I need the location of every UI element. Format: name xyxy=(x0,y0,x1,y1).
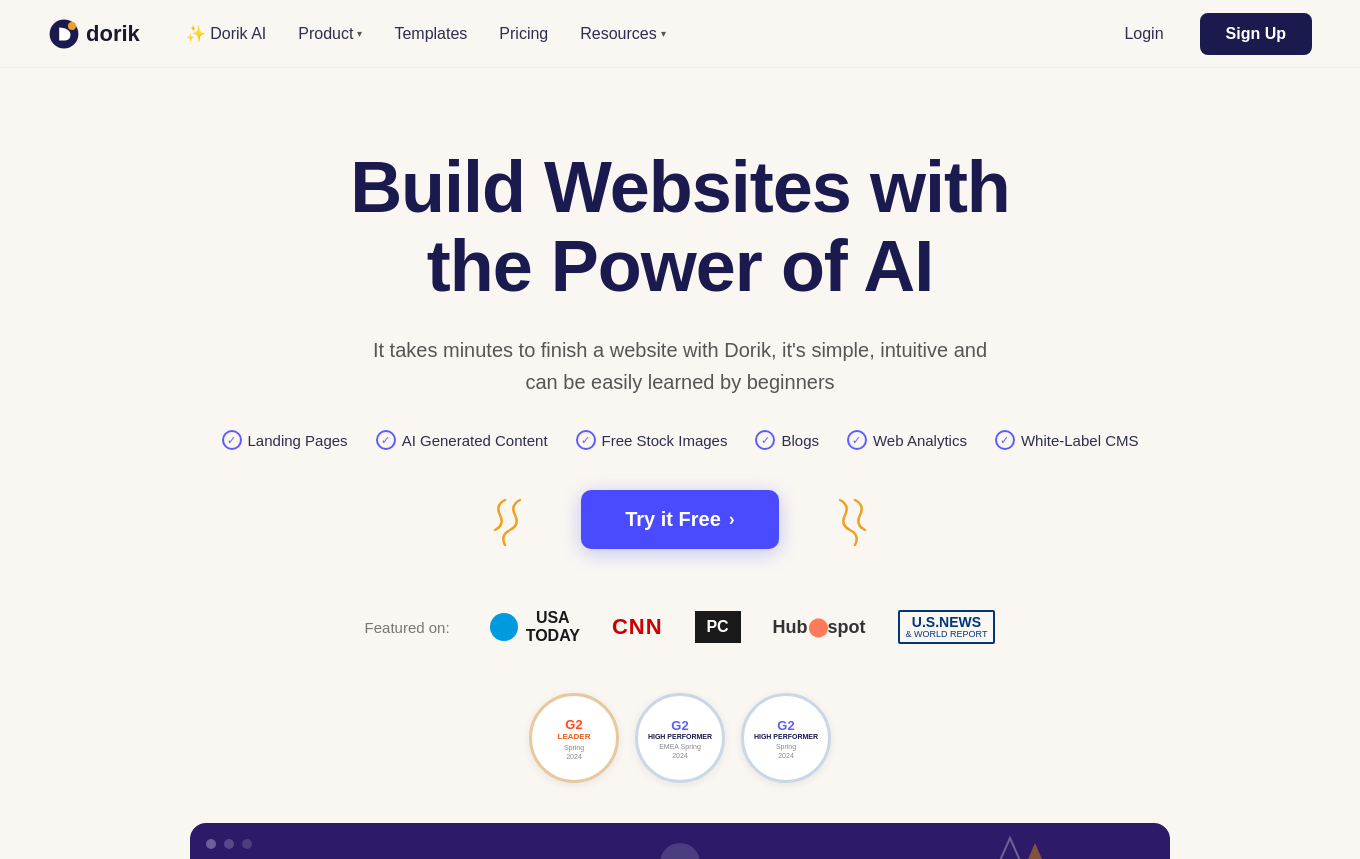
badge-hp-spring-season: Spring xyxy=(776,743,796,750)
usnews-subtext: & WORLD REPORT xyxy=(906,630,988,640)
logo-pc: PC xyxy=(695,611,741,643)
logo-text: dorik xyxy=(86,21,140,47)
feature-white-label: ✓ White-Label CMS xyxy=(995,430,1139,450)
features-row: ✓ Landing Pages ✓ AI Generated Content ✓… xyxy=(24,430,1336,450)
nav-resources[interactable]: Resources ▾ xyxy=(566,17,679,51)
badge-hp-emea-season: EMEA Spring xyxy=(659,743,701,750)
nav-product-label: Product xyxy=(298,25,353,43)
badge-hp-emea-g2: G2 xyxy=(671,718,688,733)
nav-dorik-ai[interactable]: ✨ Dorik AI xyxy=(172,16,280,51)
svg-point-1 xyxy=(68,22,76,30)
badge-leader-season: Spring xyxy=(564,744,584,751)
dorik-logo-icon xyxy=(48,18,80,50)
hero-title: Build Websites with the Power of AI xyxy=(24,148,1336,306)
nav-resources-label: Resources xyxy=(580,25,656,43)
svg-marker-2 xyxy=(990,838,1030,859)
logo-cnn: CNN xyxy=(612,614,663,640)
preview-dot-2 xyxy=(224,839,234,849)
badge-high-performer-spring: G2 High Performer Spring 2024 xyxy=(741,693,831,783)
svg-marker-3 xyxy=(1022,843,1048,859)
feature-label-stock-images: Free Stock Images xyxy=(602,432,728,449)
check-icon-white-label: ✓ xyxy=(995,430,1015,450)
hero-subtitle: It takes minutes to finish a website wit… xyxy=(360,334,1000,398)
badge-hp-spring-g2: G2 xyxy=(777,718,794,733)
featured-section: Featured on: USATODAY CNN PC Hub⬤spot U.… xyxy=(24,609,1336,645)
chevron-down-icon: ▾ xyxy=(357,28,362,39)
hero-section: Build Websites with the Power of AI It t… xyxy=(0,68,1360,859)
featured-logos: USATODAY CNN PC Hub⬤spot U.S.NEWS & WORL… xyxy=(490,609,996,645)
preview-decoration-svg xyxy=(970,833,1050,859)
badge-hp-spring-year: 2024 xyxy=(778,752,794,759)
check-icon-blogs: ✓ xyxy=(755,430,775,450)
login-button[interactable]: Login xyxy=(1104,17,1183,51)
feature-label-blogs: Blogs xyxy=(781,432,819,449)
logo[interactable]: dorik xyxy=(48,18,140,50)
preview-dot-3 xyxy=(242,839,252,849)
feature-label-ai-content: AI Generated Content xyxy=(402,432,548,449)
usnews-text: U.S.NEWS xyxy=(912,614,981,630)
badge-high-performer-emea: G2 High Performer EMEA Spring 2024 xyxy=(635,693,725,783)
badge-leader: G2 Leader Spring 2024 xyxy=(529,693,619,783)
logo-usatoday: USATODAY xyxy=(490,609,580,645)
badge-hp-emea-title: High Performer xyxy=(648,733,712,741)
navbar-right: Login Sign Up xyxy=(1104,13,1312,55)
feature-web-analytics: ✓ Web Analytics xyxy=(847,430,967,450)
chevron-down-icon-resources: ▾ xyxy=(661,28,666,39)
nav-links: ✨ Dorik AI Product ▾ Templates Pricing R… xyxy=(172,16,680,51)
badge-hp-emea-year: 2024 xyxy=(672,752,688,759)
check-icon-stock-images: ✓ xyxy=(576,430,596,450)
check-icon-landing-pages: ✓ xyxy=(222,430,242,450)
cta-area: Try it Free › xyxy=(24,490,1336,549)
badge-leader-g2: G2 xyxy=(565,717,582,732)
badges-section: G2 Leader Spring 2024 G2 High Performer … xyxy=(24,693,1336,783)
squiggle-right-icon xyxy=(830,490,900,550)
check-icon-web-analytics: ✓ xyxy=(847,430,867,450)
arrow-icon: › xyxy=(729,509,735,530)
feature-ai-content: ✓ AI Generated Content xyxy=(376,430,548,450)
feature-landing-pages: ✓ Landing Pages xyxy=(222,430,348,450)
badge-leader-title: Leader xyxy=(558,732,591,742)
hero-title-line2: the Power of AI xyxy=(427,226,933,306)
hero-title-line1: Build Websites with xyxy=(350,147,1010,227)
check-icon-ai-content: ✓ xyxy=(376,430,396,450)
signup-button[interactable]: Sign Up xyxy=(1200,13,1312,55)
nav-pricing[interactable]: Pricing xyxy=(485,17,562,51)
logo-hubspot: Hub⬤spot xyxy=(773,616,866,638)
logo-usnews: U.S.NEWS & WORLD REPORT xyxy=(898,610,996,644)
feature-label-white-label: White-Label CMS xyxy=(1021,432,1139,449)
website-preview xyxy=(190,823,1170,859)
feature-blogs: ✓ Blogs xyxy=(755,430,819,450)
usatoday-text: USATODAY xyxy=(526,609,580,645)
badge-leader-year: 2024 xyxy=(566,753,582,760)
nav-product[interactable]: Product ▾ xyxy=(284,17,376,51)
hubspot-dot-icon: ⬤ xyxy=(808,617,828,637)
try-free-button[interactable]: Try it Free › xyxy=(581,490,779,549)
preview-dot-1 xyxy=(206,839,216,849)
feature-label-web-analytics: Web Analytics xyxy=(873,432,967,449)
navbar-left: dorik ✨ Dorik AI Product ▾ Templates Pri… xyxy=(48,16,680,51)
feature-stock-images: ✓ Free Stock Images xyxy=(576,430,728,450)
usatoday-dot-icon xyxy=(490,613,518,641)
badge-hp-spring-title: High Performer xyxy=(754,733,818,741)
featured-label: Featured on: xyxy=(365,619,450,636)
nav-templates[interactable]: Templates xyxy=(380,17,481,51)
squiggle-left-icon xyxy=(460,490,530,550)
navbar: dorik ✨ Dorik AI Product ▾ Templates Pri… xyxy=(0,0,1360,68)
feature-label-landing-pages: Landing Pages xyxy=(248,432,348,449)
try-free-label: Try it Free xyxy=(625,508,721,531)
